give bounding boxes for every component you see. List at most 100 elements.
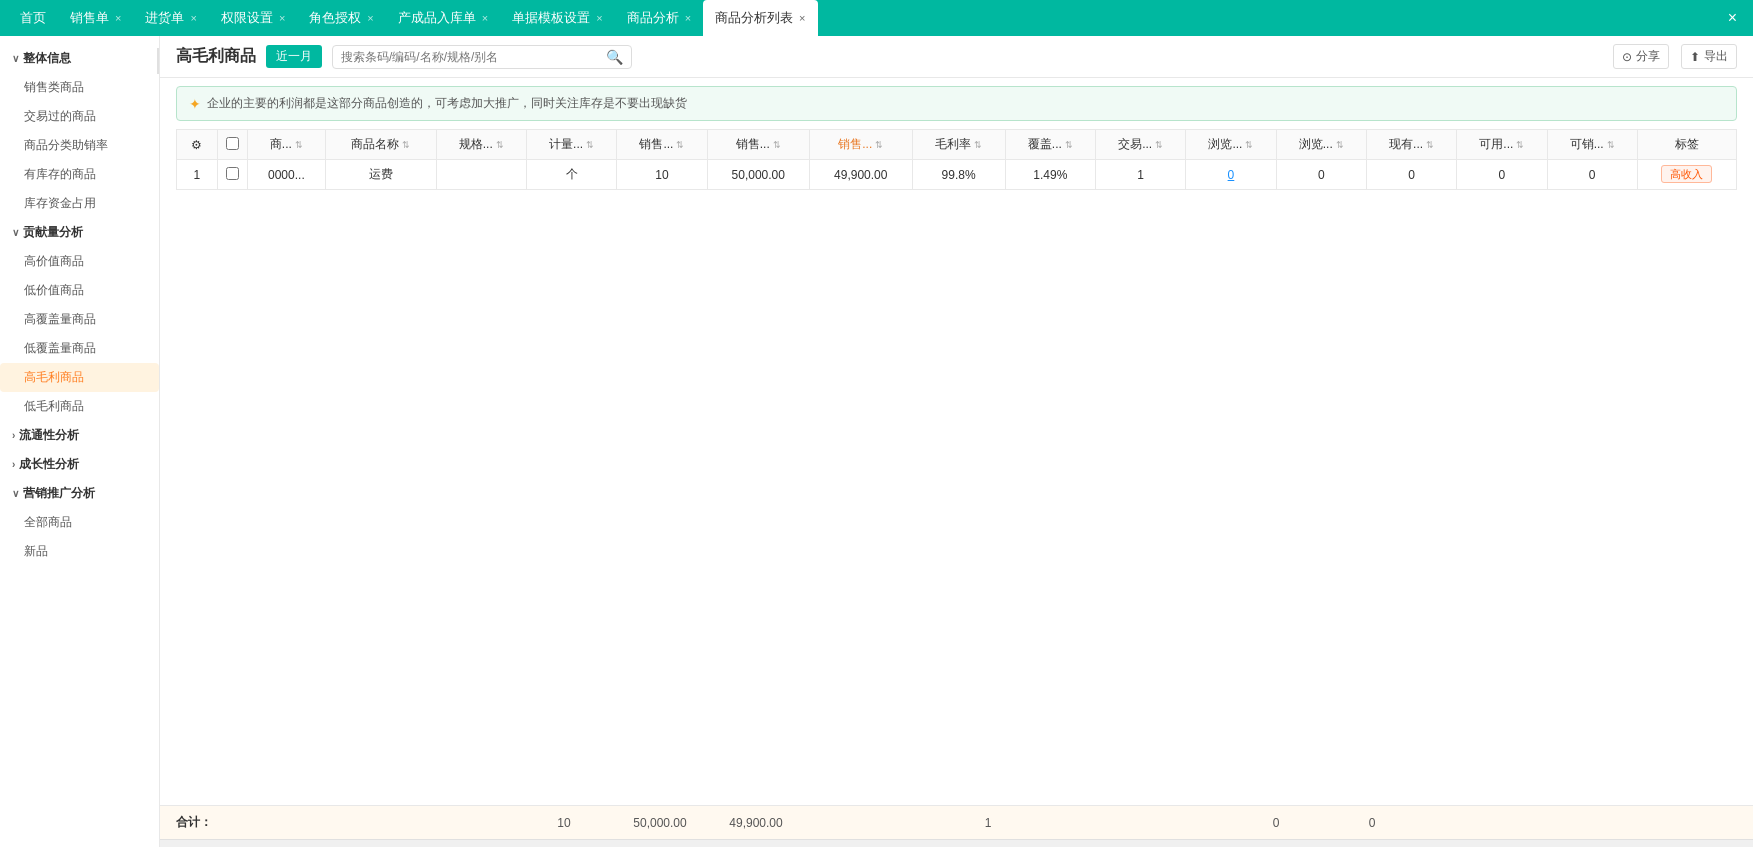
- sidebar-item-all-goods[interactable]: 全部商品: [0, 508, 159, 537]
- search-icon[interactable]: 🔍: [606, 49, 623, 65]
- col-current-stock[interactable]: 现有...⇅: [1366, 130, 1456, 160]
- sidebar-group-growth[interactable]: › 成长性分析: [0, 450, 159, 479]
- col-gross-margin[interactable]: 毛利率⇅: [912, 130, 1005, 160]
- sort-icon: ⇅: [1155, 140, 1163, 150]
- row-sellable: 0: [1547, 160, 1637, 190]
- share-icon: ⊙: [1622, 50, 1632, 64]
- sort-icon: ⇅: [1245, 140, 1253, 150]
- col-browse2[interactable]: 浏览...⇅: [1276, 130, 1366, 160]
- col-tag[interactable]: 标签: [1637, 130, 1736, 160]
- close-icon[interactable]: ×: [482, 12, 488, 24]
- sort-icon: ⇅: [402, 140, 410, 150]
- row-checkbox: [217, 160, 247, 190]
- sidebar-item-high-coverage[interactable]: 高覆盖量商品: [0, 305, 159, 334]
- sidebar-item-low-coverage[interactable]: 低覆盖量商品: [0, 334, 159, 363]
- share-button[interactable]: ⊙ 分享: [1613, 44, 1669, 69]
- row-gross-margin: 99.8%: [912, 160, 1005, 190]
- col-sales-qty[interactable]: 销售...⇅: [617, 130, 707, 160]
- sidebar-item-stock-capital[interactable]: 库存资金占用: [0, 189, 159, 218]
- search-input[interactable]: [341, 50, 606, 64]
- sidebar-item-high-margin[interactable]: 高毛利商品: [0, 363, 159, 392]
- sidebar-item-low-value[interactable]: 低价值商品: [0, 276, 159, 305]
- close-icon[interactable]: ×: [279, 12, 285, 24]
- sidebar-item-sales-goods[interactable]: 销售类商品: [0, 73, 159, 102]
- chevron-down-icon: ∨: [12, 227, 19, 238]
- main-layout: « ∨ 整体信息 销售类商品 交易过的商品 商品分类助销率 有库存的商品 库存资…: [0, 36, 1753, 847]
- col-browse1[interactable]: 浏览...⇅: [1186, 130, 1276, 160]
- sort-icon: ⇅: [1607, 140, 1615, 150]
- footer-sales-qty: 10: [524, 816, 604, 830]
- time-filter-button[interactable]: 近一月: [266, 45, 322, 68]
- select-all-checkbox[interactable]: [226, 137, 239, 150]
- sidebar-group-overall[interactable]: ∨ 整体信息: [0, 44, 159, 73]
- export-button[interactable]: ⬆ 导出: [1681, 44, 1737, 69]
- nav-home[interactable]: 首页: [8, 0, 58, 36]
- chevron-right-icon: ›: [12, 430, 15, 441]
- sort-icon: ⇅: [1426, 140, 1434, 150]
- row-num: 1: [177, 160, 218, 190]
- nav-role-auth[interactable]: 角色授权 ×: [297, 0, 385, 36]
- close-icon[interactable]: ×: [596, 12, 602, 24]
- sidebar-group-marketing[interactable]: ∨ 营销推广分析: [0, 479, 159, 508]
- row-name: 运费: [325, 160, 436, 190]
- sidebar-group-liquidity[interactable]: › 流通性分析: [0, 421, 159, 450]
- col-checkbox: [217, 130, 247, 160]
- col-transaction[interactable]: 交易...⇅: [1096, 130, 1186, 160]
- sidebar-item-new-goods[interactable]: 新品: [0, 537, 159, 566]
- sort-icon: ⇅: [586, 140, 594, 150]
- nav-finished-goods[interactable]: 产成品入库单 ×: [386, 0, 500, 36]
- row-coverage: 1.49%: [1005, 160, 1095, 190]
- nav-sales-order[interactable]: 销售单 ×: [58, 0, 133, 36]
- sidebar-item-low-margin[interactable]: 低毛利商品: [0, 392, 159, 421]
- close-icon[interactable]: ×: [799, 12, 805, 24]
- row-browse2: 0: [1276, 160, 1366, 190]
- sort-icon: ⇅: [974, 140, 982, 150]
- row-sales-qty: 10: [617, 160, 707, 190]
- nav-permission-settings[interactable]: 权限设置 ×: [209, 0, 297, 36]
- horizontal-scrollbar[interactable]: [160, 839, 1753, 847]
- close-icon[interactable]: ×: [367, 12, 373, 24]
- row-code: 0000...: [247, 160, 325, 190]
- sidebar-collapse-button[interactable]: «: [157, 48, 160, 74]
- window-close-button[interactable]: ×: [1720, 9, 1745, 27]
- col-coverage[interactable]: 覆盖...⇅: [1005, 130, 1095, 160]
- col-sales-amount[interactable]: 销售...⇅: [707, 130, 810, 160]
- row-browse1[interactable]: 0: [1186, 160, 1276, 190]
- col-sales-cost[interactable]: 销售...⇅: [810, 130, 913, 160]
- sidebar-item-traded-goods[interactable]: 交易过的商品: [0, 102, 159, 131]
- col-code[interactable]: 商...⇅: [247, 130, 325, 160]
- sort-icon: ⇅: [773, 140, 781, 150]
- col-spec[interactable]: 规格...⇅: [436, 130, 526, 160]
- table-row: 1 0000... 运费 个 10 50,000.00 49,900.00 99…: [177, 160, 1737, 190]
- close-icon[interactable]: ×: [190, 12, 196, 24]
- close-icon[interactable]: ×: [685, 12, 691, 24]
- col-unit[interactable]: 计量...⇅: [526, 130, 616, 160]
- sidebar-item-high-value[interactable]: 高价值商品: [0, 247, 159, 276]
- table-wrap: ⚙ 商...⇅ 商品名称⇅ 规格...⇅: [160, 129, 1753, 805]
- nav-product-analysis-list[interactable]: 商品分析列表 ×: [703, 0, 817, 36]
- sidebar-group-contribution[interactable]: ∨ 贡献量分析: [0, 218, 159, 247]
- col-sellable[interactable]: 可销...⇅: [1547, 130, 1637, 160]
- col-name[interactable]: 商品名称⇅: [325, 130, 436, 160]
- nav-product-analysis[interactable]: 商品分析 ×: [615, 0, 703, 36]
- sidebar-item-category-assist[interactable]: 商品分类助销率: [0, 131, 159, 160]
- footer-sales-amount: 50,000.00: [620, 816, 700, 830]
- sidebar-item-in-stock[interactable]: 有库存的商品: [0, 160, 159, 189]
- nav-purchase-order[interactable]: 进货单 ×: [133, 0, 208, 36]
- footer-transaction: 1: [948, 816, 1028, 830]
- col-available[interactable]: 可用...⇅: [1457, 130, 1547, 160]
- nav-template-settings[interactable]: 单据模板设置 ×: [500, 0, 614, 36]
- chevron-down-icon: ∨: [12, 53, 19, 64]
- page-title: 高毛利商品: [176, 46, 256, 67]
- content-area: 高毛利商品 近一月 🔍 ⊙ 分享 ⬆ 导出 ✦ 企业的主要的利润都是这部分商品创…: [160, 36, 1753, 847]
- row-available: 0: [1457, 160, 1547, 190]
- chevron-right-icon: ›: [12, 459, 15, 470]
- info-bar: ✦ 企业的主要的利润都是这部分商品创造的，可考虑加大推广，同时关注库存是不要出现…: [176, 86, 1737, 121]
- row-select-checkbox[interactable]: [226, 167, 239, 180]
- col-settings[interactable]: ⚙: [177, 130, 218, 160]
- row-transaction: 1: [1096, 160, 1186, 190]
- sort-icon: ⇅: [496, 140, 504, 150]
- sort-icon: ⇅: [676, 140, 684, 150]
- close-icon[interactable]: ×: [115, 12, 121, 24]
- export-icon: ⬆: [1690, 50, 1700, 64]
